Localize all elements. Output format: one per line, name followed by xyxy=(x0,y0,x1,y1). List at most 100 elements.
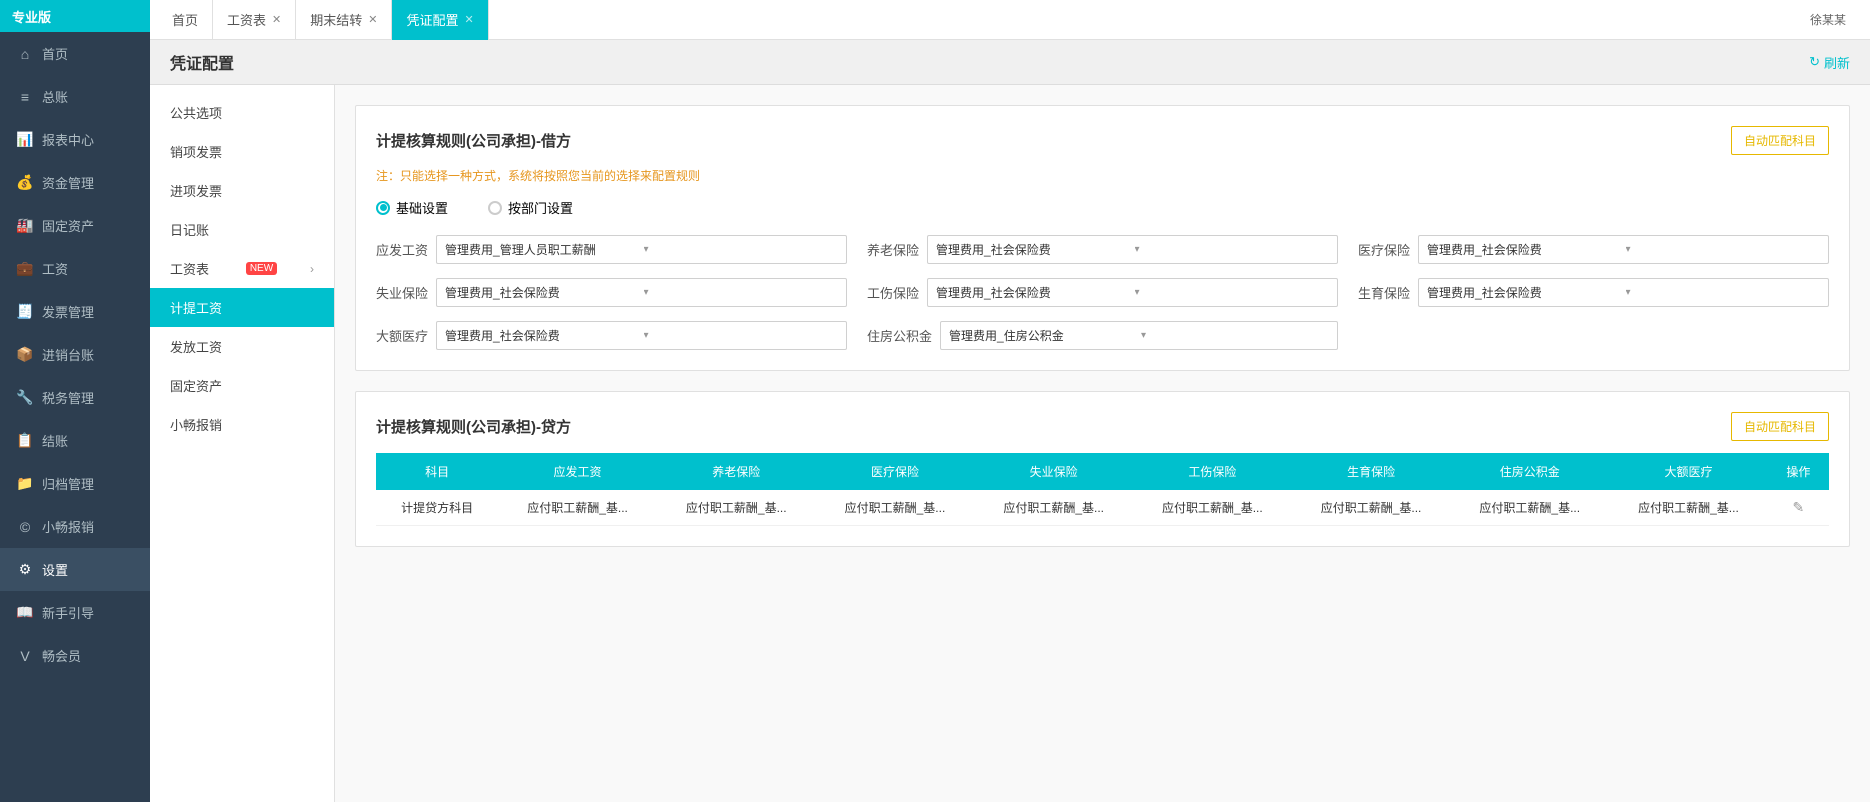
select-yfgz[interactable]: 管理费用_管理人员职工薪酬 ▾ xyxy=(436,235,847,264)
left-nav-expense-report[interactable]: 小畅报销 xyxy=(150,405,334,444)
table-row: 计提贷方科目 应付职工薪酬_基... 应付职工薪酬_基... 应付职工薪酬_基.… xyxy=(376,490,1829,526)
left-nav-sales-invoice[interactable]: 销项发票 xyxy=(150,132,334,171)
tax-icon: 🔧 xyxy=(16,389,34,406)
user-name: 徐某某 xyxy=(1810,11,1846,28)
tab-payroll[interactable]: 工资表 ✕ xyxy=(213,0,296,40)
tab-period-close-label: 期末结转 xyxy=(310,10,362,29)
debit-auto-match-button[interactable]: 自动匹配科目 xyxy=(1731,126,1829,155)
td-action[interactable]: ✎ xyxy=(1768,490,1829,526)
td-dely: 应付职工薪酬_基... xyxy=(1609,490,1768,526)
salary-icon: 💼 xyxy=(16,260,34,277)
expense-icon: © xyxy=(16,519,34,535)
tab-payroll-close[interactable]: ✕ xyxy=(272,13,281,26)
td-zfgjj: 应付职工薪酬_基... xyxy=(1450,490,1609,526)
left-nav-journal[interactable]: 日记账 xyxy=(150,210,334,249)
chevron-down-icon-2: ▾ xyxy=(1135,244,1330,255)
select-zfgjj[interactable]: 管理费用_住房公积金 ▾ xyxy=(940,321,1338,350)
form-item-ylbx2: 医疗保险 管理费用_社会保险费 ▾ xyxy=(1358,235,1829,264)
tab-voucher-config[interactable]: 凭证配置 ✕ xyxy=(392,0,488,40)
credit-table: 科目 应发工资 养老保险 医疗保险 失业保险 工伤保险 生育保险 住房公积金 大… xyxy=(376,453,1829,526)
sidebar-item-settings[interactable]: ⚙ 设置 xyxy=(0,548,150,591)
left-nav-payroll-table[interactable]: 工资表 NEW › xyxy=(150,249,334,288)
radio-dept-setup[interactable]: 按部门设置 xyxy=(488,198,573,217)
tab-home[interactable]: 首页 xyxy=(158,0,213,40)
radio-dept-circle xyxy=(488,201,502,215)
trade-icon: 📦 xyxy=(16,346,34,363)
sidebar-label-archive: 归档管理 xyxy=(42,474,94,493)
sidebar-item-guide[interactable]: 📖 新手引导 xyxy=(0,591,150,634)
left-nav-fixed-assets[interactable]: 固定资产 xyxy=(150,366,334,405)
select-gsbx[interactable]: 管理费用_社会保险费 ▾ xyxy=(927,278,1338,307)
left-nav: 公共选项 销项发票 进项发票 日记账 工资表 NEW › 计提工资 发放工资 xyxy=(150,85,335,802)
th-ylbx2: 医疗保险 xyxy=(816,453,975,490)
select-zfgjj-value: 管理费用_住房公积金 xyxy=(949,327,1137,344)
debit-radio-group: 基础设置 按部门设置 xyxy=(376,198,1829,217)
chevron-down-icon-6: ▾ xyxy=(1626,287,1821,298)
sidebar-item-salary[interactable]: 💼 工资 xyxy=(0,247,150,290)
select-dely[interactable]: 管理费用_社会保险费 ▾ xyxy=(436,321,847,350)
tab-voucher-config-label: 凭证配置 xyxy=(406,10,458,29)
th-category: 科目 xyxy=(376,453,498,490)
tab-period-close[interactable]: 期末结转 ✕ xyxy=(296,0,392,40)
radio-basic-setup[interactable]: 基础设置 xyxy=(376,198,448,217)
label-sybx2: 生育保险 xyxy=(1358,283,1410,302)
select-sybx2[interactable]: 管理费用_社会保险费 ▾ xyxy=(1418,278,1829,307)
select-ylbx2[interactable]: 管理费用_社会保险费 ▾ xyxy=(1418,235,1829,264)
sidebar-item-invoice[interactable]: 🧾 发票管理 xyxy=(0,290,150,333)
tab-voucher-config-close[interactable]: ✕ xyxy=(465,13,474,26)
sidebar-item-vip[interactable]: V 畅会员 xyxy=(0,634,150,677)
credit-table-container: 科目 应发工资 养老保险 医疗保险 失业保险 工伤保险 生育保险 住房公积金 大… xyxy=(376,453,1829,526)
edit-icon[interactable]: ✎ xyxy=(1793,499,1805,515)
th-yfgz: 应发工资 xyxy=(498,453,657,490)
th-gsbx: 工伤保险 xyxy=(1133,453,1292,490)
refresh-button[interactable]: ↻ 刷新 xyxy=(1809,53,1850,72)
sidebar-item-close[interactable]: 📋 结账 xyxy=(0,419,150,462)
sidebar-label-general-ledger: 总账 xyxy=(42,87,68,106)
chevron-down-icon-5: ▾ xyxy=(1135,287,1330,298)
home-icon: ⌂ xyxy=(16,46,34,62)
form-item-sybx2: 生育保险 管理费用_社会保险费 ▾ xyxy=(1358,278,1829,307)
form-item-dely: 大额医疗 管理费用_社会保险费 ▾ xyxy=(376,321,847,350)
sidebar-item-general-ledger[interactable]: ≡ 总账 xyxy=(0,75,150,118)
select-sybx[interactable]: 管理费用_社会保险费 ▾ xyxy=(436,278,847,307)
sidebar-item-assets[interactable]: 🏭 固定资产 xyxy=(0,204,150,247)
th-sybx: 失业保险 xyxy=(974,453,1133,490)
select-ylbx[interactable]: 管理费用_社会保险费 ▾ xyxy=(927,235,1338,264)
debit-section: 计提核算规则(公司承担)-借方 自动匹配科目 注：只能选择一种方式，系统将按照您… xyxy=(355,105,1850,371)
brand-label: 专业版 xyxy=(0,0,150,32)
sidebar-label-trade: 进销台账 xyxy=(42,345,94,364)
sidebar-label-vip: 畅会员 xyxy=(42,646,81,665)
label-yfgz: 应发工资 xyxy=(376,240,428,259)
debit-form-grid: 应发工资 管理费用_管理人员职工薪酬 ▾ 养老保险 管理费用_社会保险费 ▾ xyxy=(376,235,1829,350)
sidebar-item-tax[interactable]: 🔧 税务管理 xyxy=(0,376,150,419)
vip-icon: V xyxy=(16,648,34,664)
new-badge: NEW xyxy=(246,262,277,275)
left-nav-public[interactable]: 公共选项 xyxy=(150,93,334,132)
td-shbx: 应付职工薪酬_基... xyxy=(1292,490,1451,526)
table-header-row: 科目 应发工资 养老保险 医疗保险 失业保险 工伤保险 生育保险 住房公积金 大… xyxy=(376,453,1829,490)
credit-auto-match-button[interactable]: 自动匹配科目 xyxy=(1731,412,1829,441)
label-sybx: 失业保险 xyxy=(376,283,428,302)
radio-basic-inner xyxy=(380,204,387,211)
sidebar-item-finance[interactable]: 💰 资金管理 xyxy=(0,161,150,204)
settings-icon: ⚙ xyxy=(16,561,34,578)
sidebar-item-trade[interactable]: 📦 进销台账 xyxy=(0,333,150,376)
credit-section-header: 计提核算规则(公司承担)-贷方 自动匹配科目 xyxy=(376,412,1829,441)
tab-period-close-icon[interactable]: ✕ xyxy=(368,13,377,26)
left-nav-accrued-salary[interactable]: 计提工资 xyxy=(150,288,334,327)
left-nav-purchase-invoice[interactable]: 进项发票 xyxy=(150,171,334,210)
label-ylbx: 养老保险 xyxy=(867,240,919,259)
reports-icon: 📊 xyxy=(16,131,34,148)
chevron-right-icon: › xyxy=(310,262,314,276)
credit-section: 计提核算规则(公司承担)-贷方 自动匹配科目 科目 应发工资 养老保险 医疗保险… xyxy=(355,391,1850,547)
select-yfgz-value: 管理费用_管理人员职工薪酬 xyxy=(445,241,640,258)
sidebar-label-close: 结账 xyxy=(42,431,68,450)
left-nav-pay-salary[interactable]: 发放工资 xyxy=(150,327,334,366)
sidebar-item-expense[interactable]: © 小畅报销 xyxy=(0,505,150,548)
sidebar-item-archive[interactable]: 📁 归档管理 xyxy=(0,462,150,505)
sidebar-item-reports[interactable]: 📊 报表中心 xyxy=(0,118,150,161)
sidebar-item-home[interactable]: ⌂ 首页 xyxy=(0,32,150,75)
credit-section-title: 计提核算规则(公司承担)-贷方 xyxy=(376,416,571,437)
td-gsbx: 应付职工薪酬_基... xyxy=(1133,490,1292,526)
select-ylbx2-value: 管理费用_社会保险费 xyxy=(1427,241,1622,258)
